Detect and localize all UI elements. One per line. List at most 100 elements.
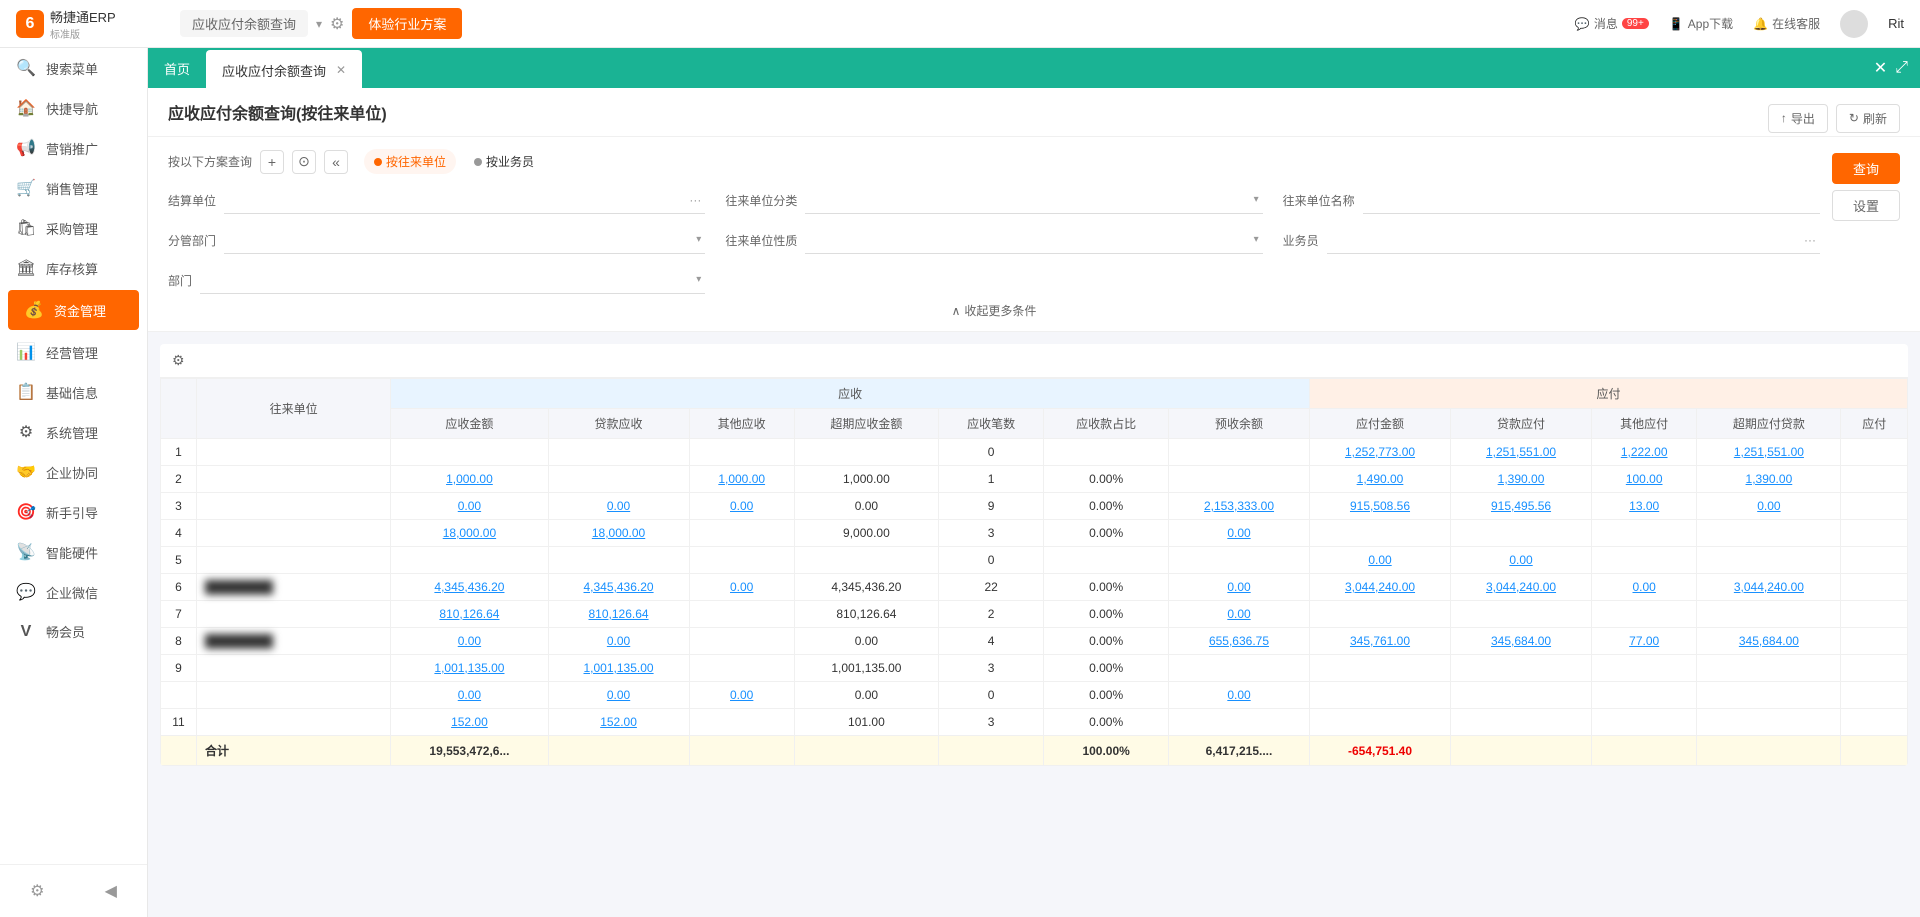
row-ar-amount[interactable]: 0.00 — [391, 682, 548, 709]
row-ar-loan[interactable]: 1,001,135.00 — [548, 655, 689, 682]
tab-ar-ap[interactable]: 应收应付余额查询 ✕ — [206, 50, 362, 90]
sidebar-item-sales[interactable]: 🛒 销售管理 — [0, 168, 147, 208]
row-ap-amount[interactable]: 345,761.00 — [1310, 628, 1451, 655]
trial-button[interactable]: 体验行业方案 — [352, 8, 462, 39]
row-ap-loan[interactable]: 3,044,240.00 — [1451, 574, 1592, 601]
row-ar-loan[interactable]: 0.00 — [548, 682, 689, 709]
sidebar-item-search[interactable]: 🔍 搜索菜单 — [0, 48, 147, 88]
sidebar-item-marketing[interactable]: 📢 营销推广 — [0, 128, 147, 168]
row-ap-amount[interactable]: 1,490.00 — [1310, 466, 1451, 493]
sidebar-item-wechat[interactable]: 💬 企业微信 — [0, 572, 147, 612]
sidebar-item-vip[interactable]: V 畅会员 — [0, 612, 147, 651]
row-ap-amount[interactable]: 0.00 — [1310, 547, 1451, 574]
gear-icon[interactable]: ⚙ — [330, 14, 344, 34]
row-ap-other[interactable]: 77.00 — [1592, 628, 1697, 655]
input-dept[interactable]: ▾ — [224, 226, 705, 254]
sidebar-item-nav[interactable]: 🏠 快捷导航 — [0, 88, 147, 128]
filter-add-button[interactable]: + — [260, 150, 284, 174]
row-ar-amount[interactable]: 4,345,436.20 — [391, 574, 548, 601]
tab-close-window-icon[interactable]: ✕ — [1874, 58, 1887, 78]
row-ap-loan[interactable]: 0.00 — [1451, 547, 1592, 574]
row-ap-loan[interactable]: 915,495.56 — [1451, 493, 1592, 520]
sidebar-item-system[interactable]: ⚙ 系统管理 — [0, 412, 147, 452]
filter-config-button[interactable]: ⊙ — [292, 150, 316, 174]
row-ap-amount[interactable]: 3,044,240.00 — [1310, 574, 1451, 601]
row-ar-advance[interactable]: 0.00 — [1168, 682, 1309, 709]
row-ar-other[interactable]: 0.00 — [689, 493, 794, 520]
input-unit-name[interactable] — [1363, 186, 1820, 214]
scheme-by-salesperson[interactable]: 按业务员 — [464, 149, 544, 174]
row-ap-overdue[interactable]: 345,684.00 — [1697, 628, 1841, 655]
input-salesperson[interactable]: ··· — [1327, 226, 1820, 254]
app-download-button[interactable]: 📱 App下载 — [1669, 15, 1733, 32]
row-ar-other[interactable]: 0.00 — [689, 574, 794, 601]
filter-more-button[interactable]: ∧ 收起更多条件 — [168, 294, 1820, 319]
sidebar-item-operations[interactable]: 📊 经营管理 — [0, 332, 147, 372]
sidebar-item-basics[interactable]: 📋 基础信息 — [0, 372, 147, 412]
row-ap-amount[interactable]: 915,508.56 — [1310, 493, 1451, 520]
messages-button[interactable]: 💬 消息 99+ — [1575, 15, 1649, 32]
export-button[interactable]: ↑ 导出 — [1768, 104, 1828, 133]
avatar[interactable] — [1840, 10, 1868, 38]
collapse-icon[interactable]: ◀ — [97, 873, 125, 909]
table-settings-icon[interactable]: ⚙ — [172, 352, 185, 368]
filter-collapse-button[interactable]: « — [324, 150, 348, 174]
scheme-by-unit[interactable]: 按往来单位 — [364, 149, 456, 174]
row-ap-loan[interactable]: 345,684.00 — [1451, 628, 1592, 655]
row-ar-loan[interactable]: 0.00 — [548, 493, 689, 520]
row-ar-amount[interactable]: 152.00 — [391, 709, 548, 736]
sidebar-item-hardware[interactable]: 📡 智能硬件 — [0, 532, 147, 572]
row-ap-overdue[interactable]: 1,251,551.00 — [1697, 439, 1841, 466]
tab-close-icon[interactable]: ✕ — [336, 63, 346, 77]
row-ap-other[interactable]: 0.00 — [1592, 574, 1697, 601]
row-ar-amount[interactable]: 18,000.00 — [391, 520, 548, 547]
row-ap-loan[interactable]: 1,390.00 — [1451, 466, 1592, 493]
tab-expand-icon[interactable]: ⤢ — [1895, 59, 1908, 77]
top-nav-title[interactable]: 应收应付余额查询 — [180, 10, 308, 37]
row-ar-loan[interactable]: 4,345,436.20 — [548, 574, 689, 601]
input-settlement[interactable]: ··· — [224, 186, 705, 214]
row-ar-overdue: 101.00 — [794, 709, 938, 736]
sidebar-item-collab[interactable]: 🤝 企业协同 — [0, 452, 147, 492]
input-category[interactable]: ▾ — [805, 186, 1262, 214]
row-ar-amount[interactable]: 0.00 — [391, 493, 548, 520]
sidebar-item-inventory[interactable]: 🏛 库存核算 — [0, 248, 147, 288]
row-ar-other[interactable]: 1,000.00 — [689, 466, 794, 493]
row-ap-other[interactable]: 100.00 — [1592, 466, 1697, 493]
row-ar-advance[interactable]: 2,153,333.00 — [1168, 493, 1309, 520]
row-ap-amount[interactable]: 1,252,773.00 — [1310, 439, 1451, 466]
row-ar-loan[interactable]: 152.00 — [548, 709, 689, 736]
query-button[interactable]: 查询 — [1832, 153, 1900, 184]
row-ar-count: 1 — [938, 466, 1043, 493]
settings-bottom-icon[interactable]: ⚙ — [22, 873, 52, 909]
row-ar-amount[interactable]: 810,126.64 — [391, 601, 548, 628]
row-ar-advance[interactable]: 655,636.75 — [1168, 628, 1309, 655]
row-ap-overdue[interactable]: 3,044,240.00 — [1697, 574, 1841, 601]
input-nature[interactable]: ▾ — [805, 226, 1262, 254]
row-ar-advance[interactable]: 0.00 — [1168, 520, 1309, 547]
row-ar-other[interactable]: 0.00 — [689, 682, 794, 709]
row-ar-amount[interactable]: 0.00 — [391, 628, 548, 655]
row-ap-other[interactable]: 13.00 — [1592, 493, 1697, 520]
sidebar-item-guide[interactable]: 🎯 新手引导 — [0, 492, 147, 532]
sidebar-item-finance[interactable]: 💰 资金管理 — [8, 290, 139, 330]
row-ar-loan[interactable]: 18,000.00 — [548, 520, 689, 547]
row-ap-loan[interactable]: 1,251,551.00 — [1451, 439, 1592, 466]
set-button[interactable]: 设置 — [1832, 190, 1900, 221]
row-ap-overdue[interactable]: 1,390.00 — [1697, 466, 1841, 493]
row-ap-other[interactable]: 1,222.00 — [1592, 439, 1697, 466]
tab-home[interactable]: 首页 — [148, 48, 206, 88]
input-section[interactable]: ▾ — [200, 266, 705, 294]
dropdown-arrow-icon[interactable]: ▾ — [316, 17, 322, 31]
row-ar-loan[interactable]: 810,126.64 — [548, 601, 689, 628]
online-service-button[interactable]: 🔔 在线客服 — [1753, 15, 1820, 32]
row-ar-advance[interactable]: 0.00 — [1168, 574, 1309, 601]
row-ap-overdue[interactable]: 0.00 — [1697, 493, 1841, 520]
row-ar-amount[interactable]: 1,000.00 — [391, 466, 548, 493]
row-ar-advance[interactable]: 0.00 — [1168, 601, 1309, 628]
sidebar-item-purchase[interactable]: 🛍 采购管理 — [0, 208, 147, 248]
row-ar-loan[interactable]: 0.00 — [548, 628, 689, 655]
refresh-button[interactable]: ↻ 刷新 — [1836, 104, 1900, 133]
row-ar-amount[interactable]: 1,001,135.00 — [391, 655, 548, 682]
sidebar-item-label: 快捷导航 — [46, 99, 98, 118]
